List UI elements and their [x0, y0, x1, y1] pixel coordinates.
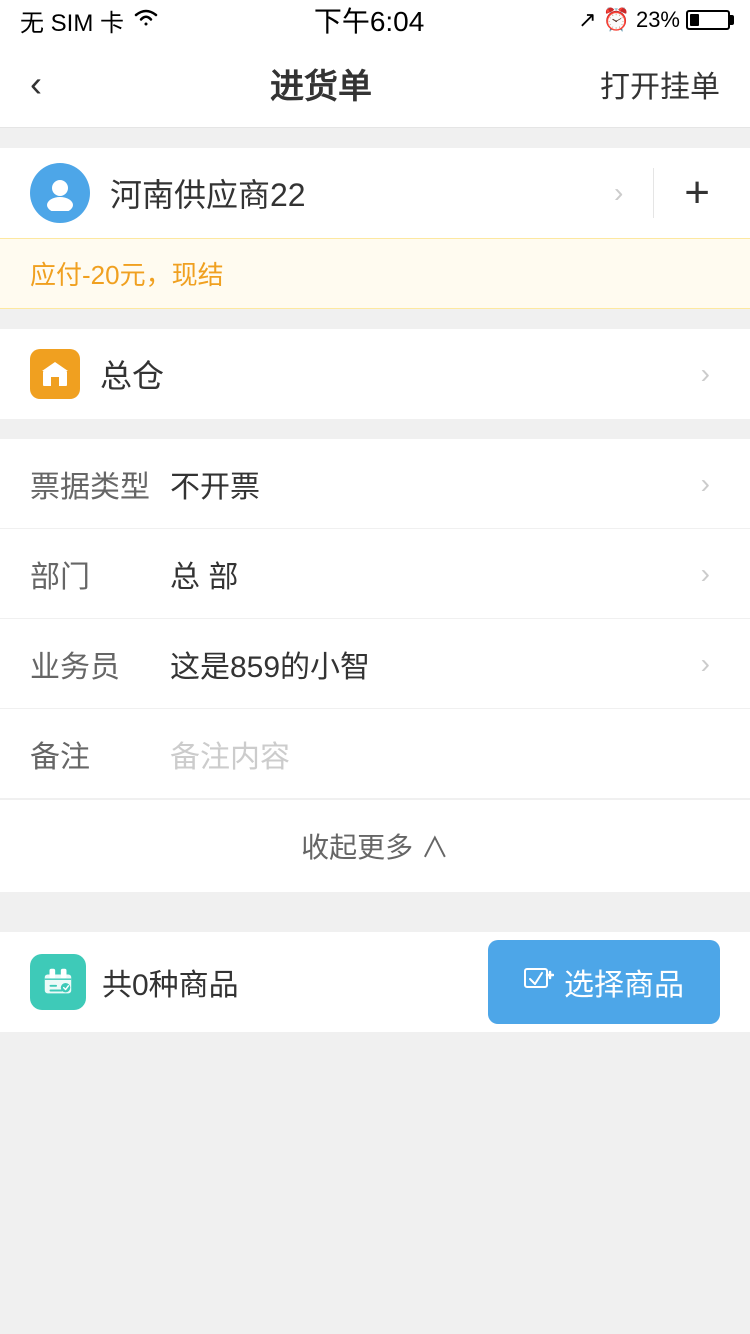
location-icon: ↗ [578, 7, 596, 33]
status-bar: 无 SIM 卡 下午6:04 ↗ ⏰ 23% [0, 0, 750, 40]
battery-icon [686, 10, 730, 30]
invoice-type-row[interactable]: 票据类型 不开票 › [0, 439, 750, 529]
section-gap-2 [0, 309, 750, 329]
select-product-label: 选择商品 [564, 960, 684, 1004]
invoice-type-value: 不开票 [170, 462, 701, 506]
warehouse-name: 总仓 [100, 351, 701, 397]
product-icon [30, 954, 86, 1010]
salesperson-row[interactable]: 业务员 这是859的小智 › [0, 619, 750, 709]
salesperson-chevron-icon: › [701, 648, 710, 680]
invoice-type-label: 票据类型 [30, 462, 170, 506]
status-left: 无 SIM 卡 [20, 3, 160, 38]
supplier-divider [653, 168, 654, 218]
supplier-avatar [30, 163, 90, 223]
department-value: 总 部 [170, 552, 701, 596]
select-product-button[interactable]: 选择商品 [488, 940, 720, 1024]
nav-bar: ‹ 进货单 打开挂单 [0, 40, 750, 128]
section-gap-1 [0, 128, 750, 148]
back-button[interactable]: ‹ [30, 63, 42, 105]
main-content: 河南供应商22 › + 应付-20元，现结 总仓 › 票据类型 [0, 128, 750, 1334]
carrier-label: 无 SIM 卡 [20, 3, 124, 38]
battery-percent: 23% [636, 7, 680, 33]
wifi-icon [132, 6, 160, 35]
alarm-icon: ⏰ [603, 7, 630, 33]
department-label: 部门 [30, 552, 170, 596]
section-gap-4 [0, 892, 750, 912]
status-right: ↗ ⏰ 23% [578, 7, 730, 33]
notice-text: 应付-20元，现结 [30, 260, 224, 290]
notice-banner: 应付-20元，现结 [0, 238, 750, 309]
status-time: 下午6:04 [314, 0, 425, 40]
add-supplier-button[interactable]: + [674, 168, 720, 218]
collapse-button[interactable]: 收起更多 ∧ [0, 799, 750, 892]
collapse-label: 收起更多 ∧ [301, 832, 449, 863]
invoice-type-chevron-icon: › [701, 468, 710, 500]
page-title: 进货单 [270, 59, 372, 108]
open-pending-button[interactable]: 打开挂单 [600, 62, 720, 106]
department-chevron-icon: › [701, 558, 710, 590]
section-gap-3 [0, 419, 750, 439]
salesperson-value: 这是859的小智 [170, 642, 701, 686]
salesperson-label: 业务员 [30, 642, 170, 686]
supplier-section: 河南供应商22 › + [0, 148, 750, 238]
remark-row[interactable]: 备注 备注内容 [0, 709, 750, 799]
warehouse-section: 总仓 › [0, 329, 750, 419]
select-product-icon [524, 965, 554, 1000]
warehouse-row[interactable]: 总仓 › [0, 329, 750, 419]
product-count: 共0种商品 [102, 960, 488, 1004]
supplier-chevron-icon: › [614, 177, 623, 209]
supplier-name[interactable]: 河南供应商22 [110, 170, 614, 216]
warehouse-chevron-icon: › [701, 358, 710, 390]
warehouse-icon [30, 349, 80, 399]
remark-label: 备注 [30, 732, 170, 776]
bottom-toolbar: 共0种商品 选择商品 [0, 932, 750, 1032]
department-row[interactable]: 部门 总 部 › [0, 529, 750, 619]
remark-value[interactable]: 备注内容 [170, 732, 720, 776]
fields-section: 票据类型 不开票 › 部门 总 部 › 业务员 这是859的小智 › 备注 备注… [0, 439, 750, 892]
